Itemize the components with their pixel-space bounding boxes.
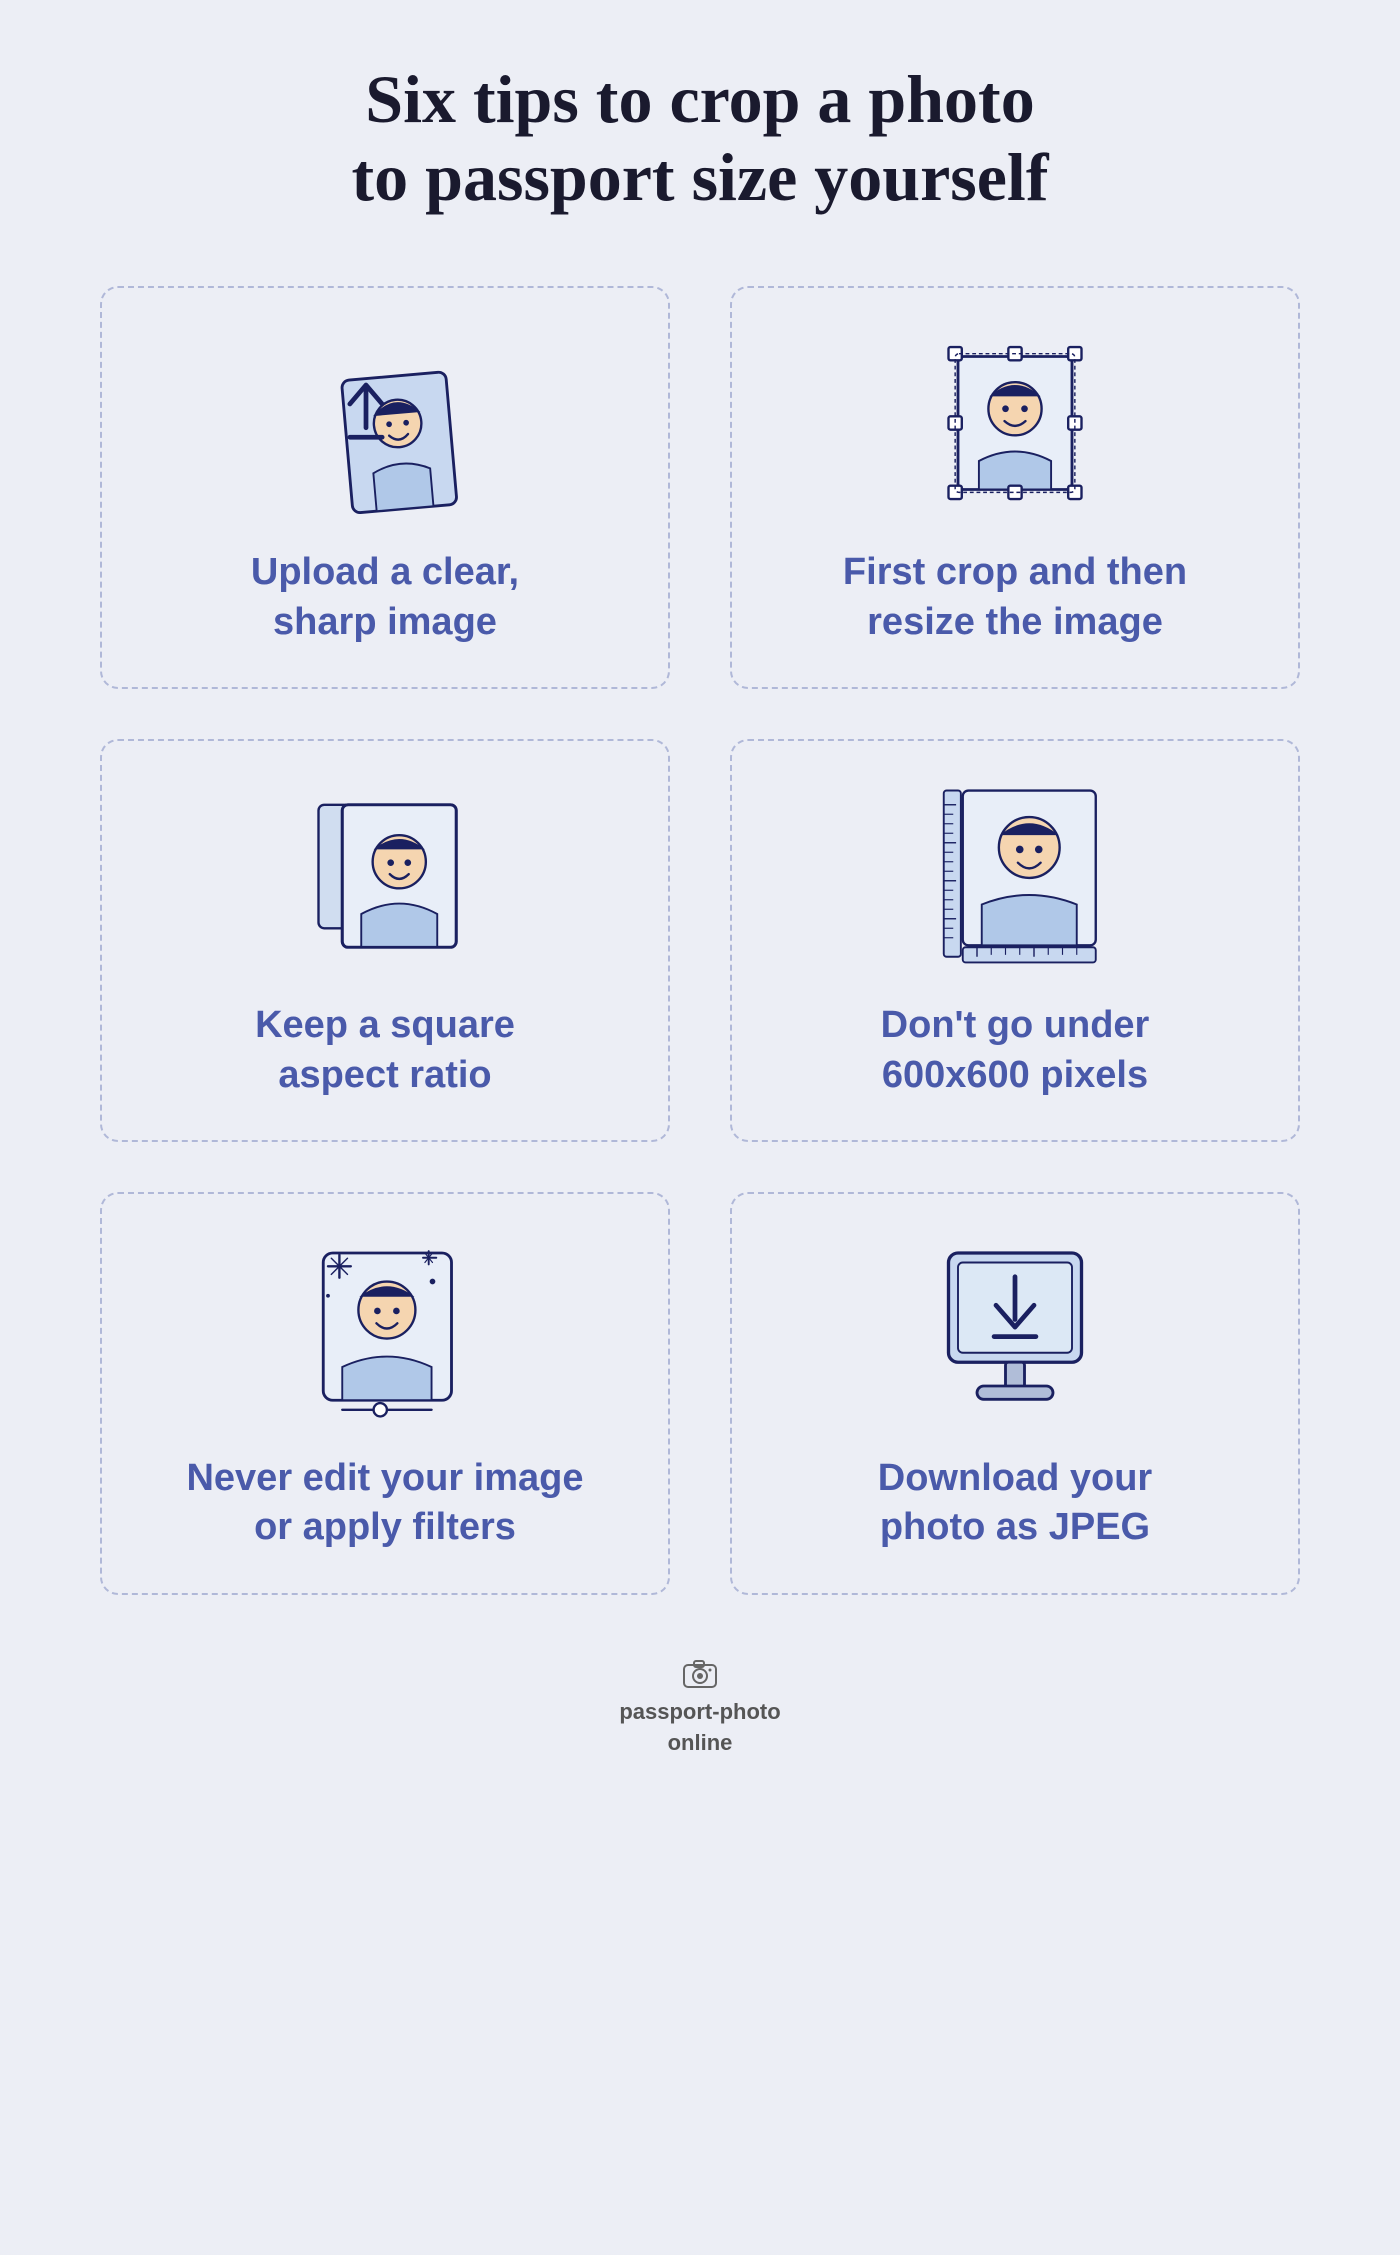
card-crop-resize: First crop and then resize the image <box>730 286 1300 689</box>
no-filters-icon <box>295 1234 475 1424</box>
card-download: Download your photo as JPEG <box>730 1192 1300 1595</box>
card-no-filters-label: Never edit your image or apply filters <box>186 1454 583 1553</box>
icon-area-aspect-ratio <box>142 771 628 971</box>
footer-camera-icon <box>682 1655 718 1691</box>
icon-area-crop-resize <box>772 318 1258 518</box>
card-download-label: Download your photo as JPEG <box>878 1454 1152 1553</box>
tips-grid: Upload a clear, sharp image <box>100 286 1300 1594</box>
card-aspect-ratio-label: Keep a square aspect ratio <box>255 1001 515 1100</box>
crop-resize-icon <box>925 328 1105 518</box>
card-aspect-ratio: Keep a square aspect ratio <box>100 739 670 1142</box>
icon-area-download <box>772 1224 1258 1424</box>
icon-area-upload <box>142 318 628 518</box>
card-upload-label: Upload a clear, sharp image <box>251 548 519 647</box>
icon-area-no-filters <box>142 1224 628 1424</box>
pixels-icon <box>925 781 1105 971</box>
card-upload: Upload a clear, sharp image <box>100 286 670 689</box>
card-crop-resize-label: First crop and then resize the image <box>843 548 1187 647</box>
aspect-ratio-icon <box>295 781 475 971</box>
card-pixels: Don't go under 600x600 pixels <box>730 739 1300 1142</box>
icon-area-pixels <box>772 771 1258 971</box>
footer-brand-text: passport-photo online <box>619 1697 780 1759</box>
page-title: Six tips to crop a photo to passport siz… <box>352 60 1049 216</box>
card-pixels-label: Don't go under 600x600 pixels <box>881 1001 1150 1100</box>
download-icon <box>925 1234 1105 1424</box>
card-no-filters: Never edit your image or apply filters <box>100 1192 670 1595</box>
footer: passport-photo online <box>619 1655 780 1759</box>
upload-icon <box>295 328 475 518</box>
